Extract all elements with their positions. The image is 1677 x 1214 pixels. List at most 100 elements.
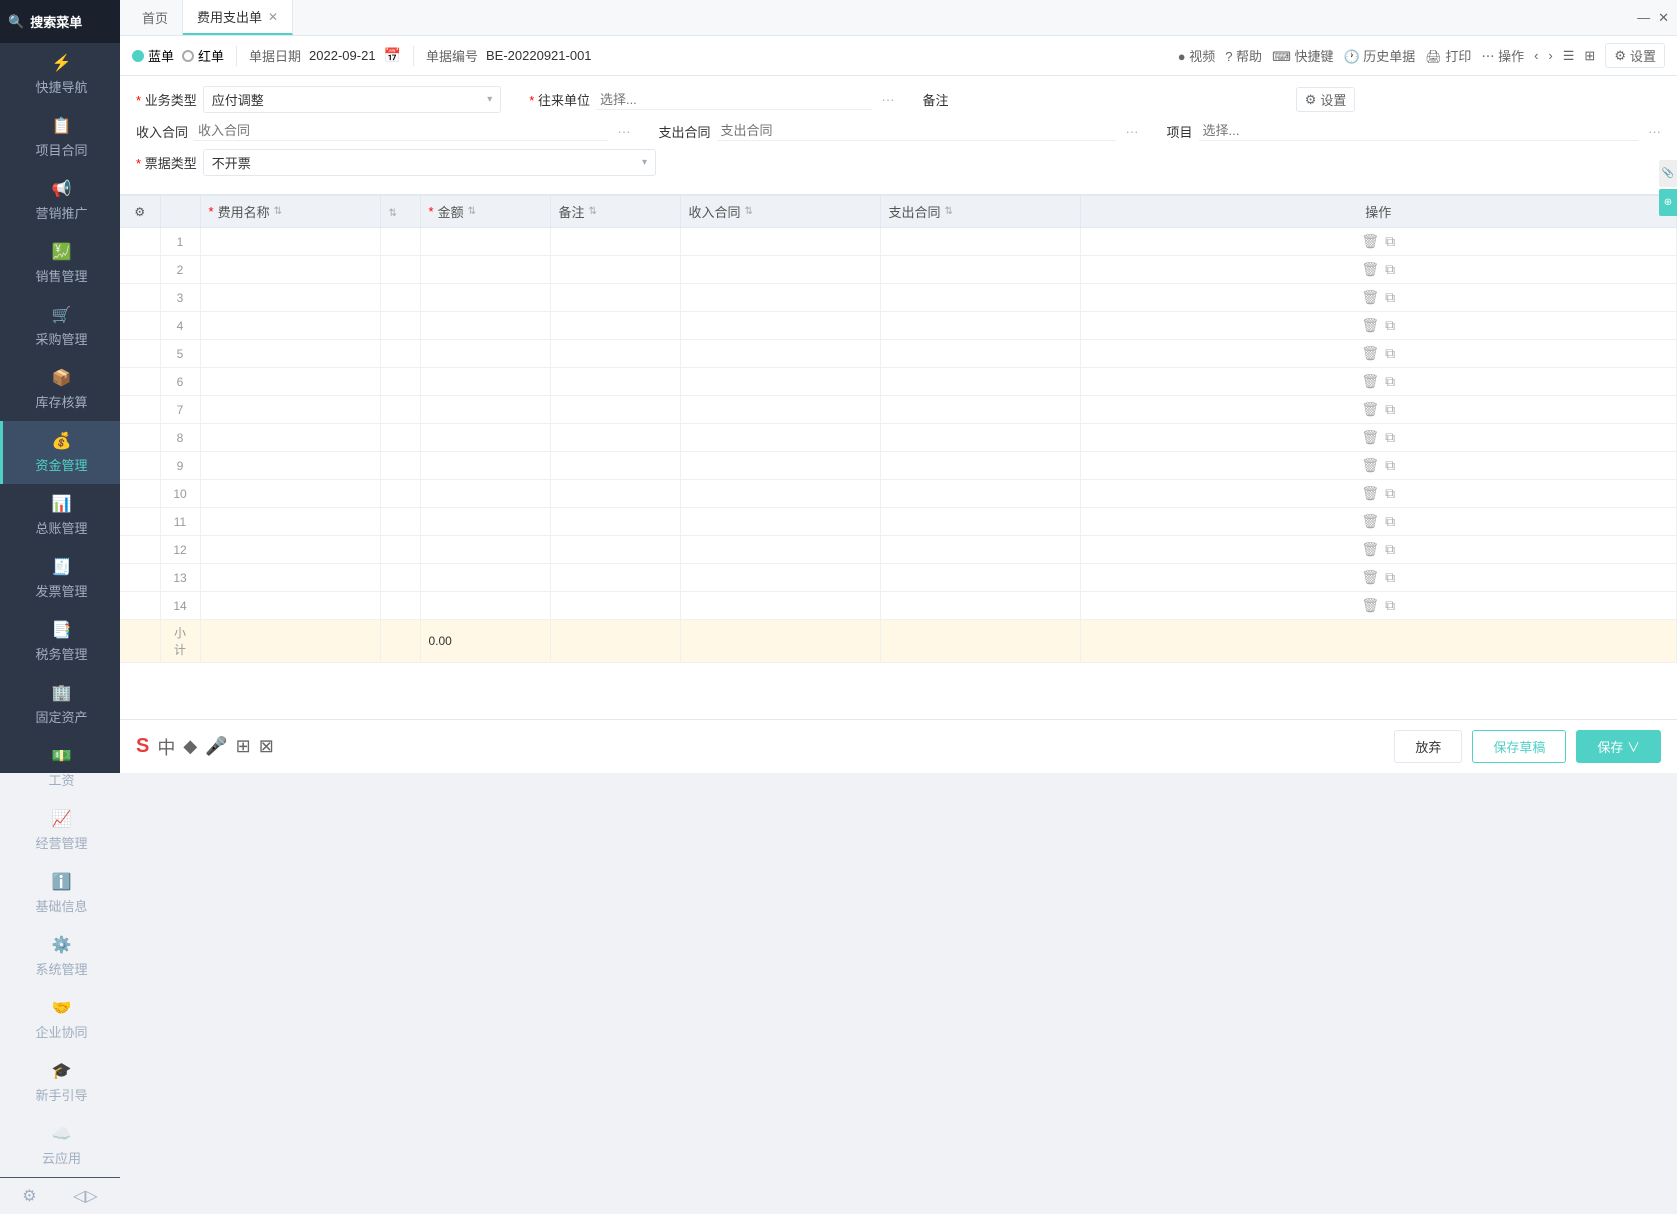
settings-button[interactable]: ⚙ 设置 <box>1605 43 1665 68</box>
col-sort[interactable]: ⇅ <box>380 196 420 228</box>
sidebar-item-tax[interactable]: 📑 税务管理 <box>0 610 120 673</box>
income-contract-more-icon[interactable]: ··· <box>618 124 631 139</box>
cell-amount[interactable] <box>420 256 550 284</box>
red-radio[interactable]: 红单 <box>182 46 224 65</box>
cell-remark[interactable] <box>550 536 680 564</box>
tab-expense[interactable]: 费用支出单 ✕ <box>183 0 293 35</box>
delete-row-icon[interactable]: 🗑 <box>1361 373 1379 390</box>
cell-remark[interactable] <box>550 480 680 508</box>
cell-expense-name[interactable] <box>200 396 380 424</box>
settings-bottom-icon[interactable]: ⚙ <box>22 1186 36 1206</box>
footer-icon-grid[interactable]: ⊞ <box>236 736 251 757</box>
cell-amount[interactable] <box>420 340 550 368</box>
abandon-button[interactable]: 放弃 <box>1394 730 1462 763</box>
save-button[interactable]: 保存 ∨ <box>1576 730 1661 763</box>
income-contract-input[interactable] <box>194 121 607 141</box>
cell-income[interactable] <box>680 228 880 256</box>
cell-expense-name[interactable] <box>200 340 380 368</box>
sidebar-item-basic-info[interactable]: ℹ️ 基础信息 <box>0 862 120 925</box>
cell-remark[interactable] <box>550 452 680 480</box>
copy-row-icon[interactable]: ⧉ <box>1385 457 1395 474</box>
delete-row-icon[interactable]: 🗑 <box>1361 233 1379 250</box>
cell-remark[interactable] <box>550 368 680 396</box>
cell-amount[interactable] <box>420 536 550 564</box>
help-link[interactable]: ? 帮助 <box>1225 46 1262 65</box>
minimize-button[interactable]: — <box>1637 10 1650 26</box>
sidebar-item-salary[interactable]: 💵 工资 <box>0 736 120 799</box>
cell-amount[interactable] <box>420 312 550 340</box>
copy-row-icon[interactable]: ⧉ <box>1385 541 1395 558</box>
right-panel-icon-2[interactable]: ⊕ <box>1659 189 1677 216</box>
cell-remark[interactable] <box>550 424 680 452</box>
sidebar-item-cloud-app[interactable]: ☁️ 云应用 <box>0 1114 120 1177</box>
copy-row-icon[interactable]: ⧉ <box>1385 317 1395 334</box>
cell-expense-name[interactable] <box>200 256 380 284</box>
operation-link[interactable]: ⋯ 操作 <box>1481 46 1524 65</box>
delete-row-icon[interactable]: 🗑 <box>1361 513 1379 530</box>
cell-expense-contract[interactable] <box>880 452 1080 480</box>
cell-expense-name[interactable] <box>200 564 380 592</box>
cell-remark[interactable] <box>550 508 680 536</box>
copy-row-icon[interactable]: ⧉ <box>1385 261 1395 278</box>
audio-bottom-icon[interactable]: ◁▷ <box>73 1186 98 1206</box>
copy-row-icon[interactable]: ⧉ <box>1385 513 1395 530</box>
footer-icon-zh[interactable]: 中 <box>157 734 175 760</box>
cell-amount[interactable] <box>420 508 550 536</box>
cell-expense-name[interactable] <box>200 312 380 340</box>
cell-expense-contract[interactable] <box>880 284 1080 312</box>
nav-back-button[interactable]: ‹ <box>1534 48 1538 63</box>
delete-row-icon[interactable]: 🗑 <box>1361 429 1379 446</box>
copy-row-icon[interactable]: ⧉ <box>1385 373 1395 390</box>
cell-amount[interactable] <box>420 396 550 424</box>
cell-expense-contract[interactable] <box>880 480 1080 508</box>
delete-row-icon[interactable]: 🗑 <box>1361 401 1379 418</box>
cell-income[interactable] <box>680 424 880 452</box>
cell-income[interactable] <box>680 592 880 620</box>
sidebar-item-marketing[interactable]: 📢 营销推广 <box>0 169 120 232</box>
cell-expense-contract[interactable] <box>880 592 1080 620</box>
col-amount[interactable]: * 金额 ⇅ <box>420 196 550 228</box>
cell-expense-name[interactable] <box>200 592 380 620</box>
cell-amount[interactable] <box>420 228 550 256</box>
project-more-icon[interactable]: ··· <box>1648 124 1661 139</box>
cell-amount[interactable] <box>420 424 550 452</box>
blue-radio[interactable]: 蓝单 <box>132 46 174 65</box>
cell-expense-name[interactable] <box>200 368 380 396</box>
cell-income[interactable] <box>680 284 880 312</box>
cell-remark[interactable] <box>550 592 680 620</box>
sidebar-item-new-guide[interactable]: 🎓 新手引导 <box>0 1051 120 1114</box>
cell-expense-contract[interactable] <box>880 508 1080 536</box>
delete-row-icon[interactable]: 🗑 <box>1361 541 1379 558</box>
sidebar-item-finance[interactable]: 💰 资金管理 <box>0 421 120 484</box>
save-draft-button[interactable]: 保存草稿 <box>1472 730 1566 763</box>
delete-row-icon[interactable]: 🗑 <box>1361 317 1379 334</box>
cell-expense-name[interactable] <box>200 508 380 536</box>
tab-home[interactable]: 首页 <box>128 0 183 35</box>
cell-expense-contract[interactable] <box>880 536 1080 564</box>
cell-income[interactable] <box>680 536 880 564</box>
cell-remark[interactable] <box>550 284 680 312</box>
footer-icon-mic[interactable]: 🎤 <box>205 736 227 757</box>
sidebar-item-operations[interactable]: 📈 经营管理 <box>0 799 120 862</box>
cell-remark[interactable] <box>550 228 680 256</box>
cell-amount[interactable] <box>420 368 550 396</box>
cell-expense-contract[interactable] <box>880 396 1080 424</box>
copy-row-icon[interactable]: ⧉ <box>1385 597 1395 614</box>
cell-remark[interactable] <box>550 340 680 368</box>
invoice-type-select[interactable]: 不开票 ▾ <box>203 149 656 176</box>
sidebar-header[interactable]: 🔍 搜索菜单 <box>0 0 120 43</box>
counterpart-input[interactable] <box>596 90 872 110</box>
cell-income[interactable] <box>680 340 880 368</box>
cell-expense-name[interactable] <box>200 452 380 480</box>
expense-contract-more-icon[interactable]: ··· <box>1126 124 1139 139</box>
cell-amount[interactable] <box>420 564 550 592</box>
cell-income[interactable] <box>680 312 880 340</box>
cell-amount[interactable] <box>420 284 550 312</box>
project-input[interactable] <box>1199 121 1638 141</box>
cell-income[interactable] <box>680 256 880 284</box>
footer-icon-apps[interactable]: ⊠ <box>259 736 274 757</box>
cell-expense-contract[interactable] <box>880 340 1080 368</box>
copy-row-icon[interactable]: ⧉ <box>1385 429 1395 446</box>
cell-income[interactable] <box>680 564 880 592</box>
cell-amount[interactable] <box>420 480 550 508</box>
